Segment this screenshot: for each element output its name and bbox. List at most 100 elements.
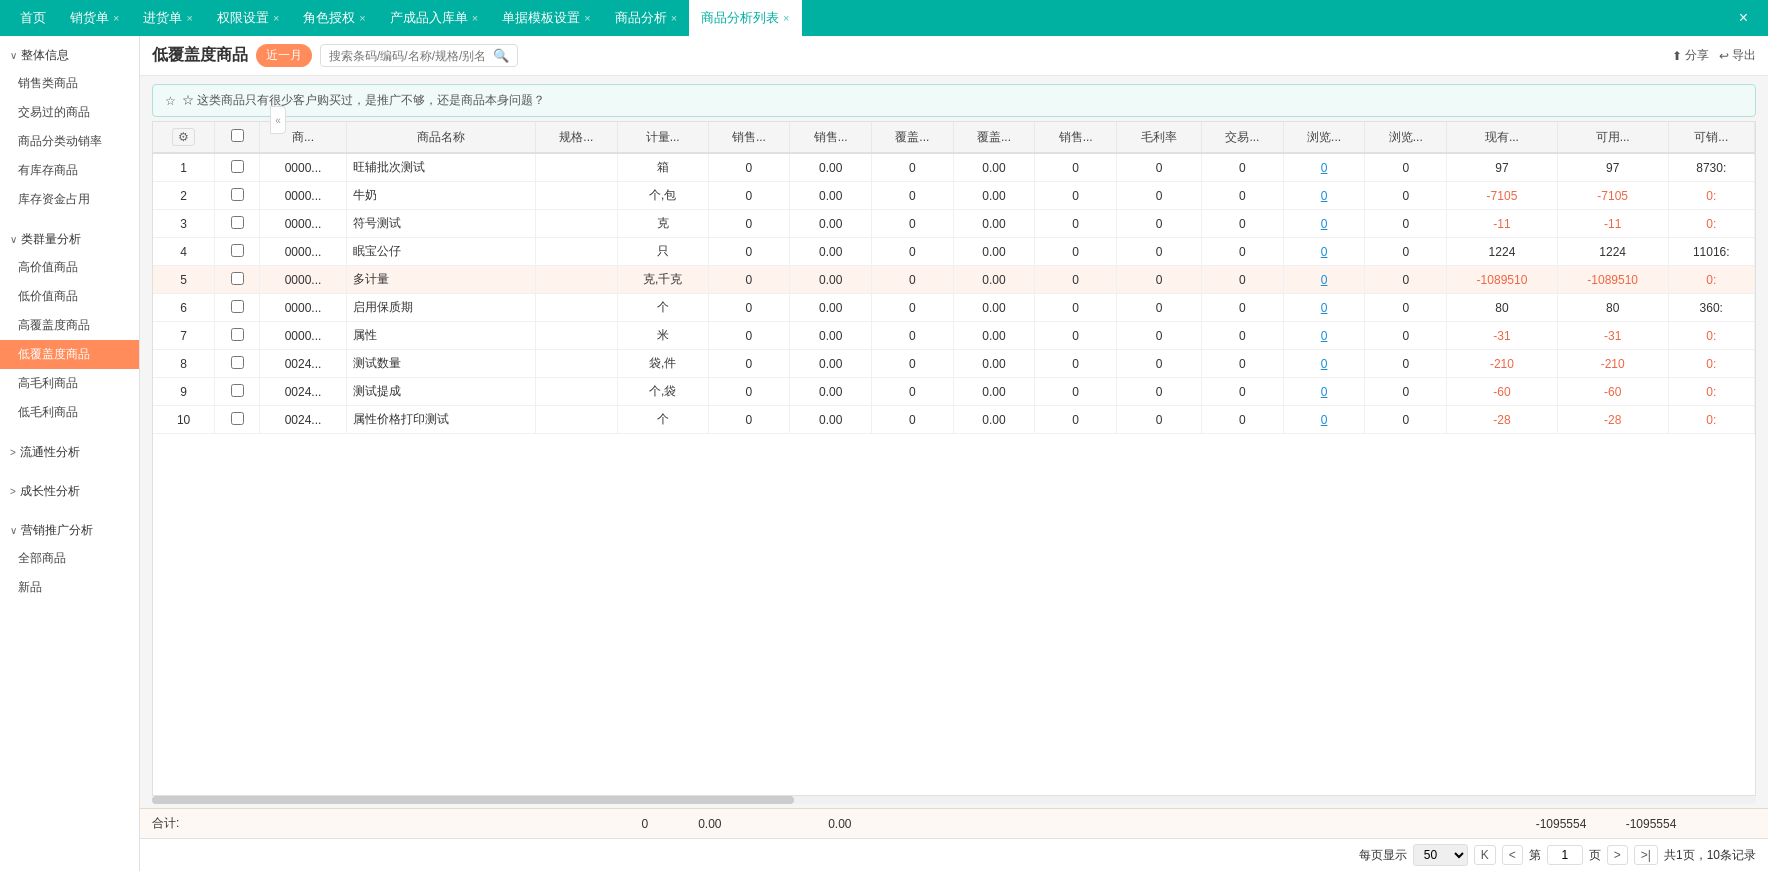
top-navigation: 首页 销货单 × 进货单 × 权限设置 × 角色授权 × 产成品入库单 × 单据… (0, 0, 1768, 36)
nav-tab-role[interactable]: 角色授权 × (291, 0, 377, 36)
close-icon[interactable]: × (584, 12, 590, 24)
row-trade: 0 (1202, 153, 1284, 182)
chevron-down-icon: ∨ (10, 525, 17, 536)
close-icon[interactable]: × (113, 12, 119, 24)
table-row: 1 0000... 旺辅批次测试 箱 0 0.00 0 0.00 0 0 0 0… (153, 153, 1755, 182)
sidebar-group-growth[interactable]: > 成长性分析 (0, 478, 139, 505)
sidebar-item-low-coverage[interactable]: 低覆盖度商品 (0, 340, 139, 369)
sidebar-item-low-value[interactable]: 低价值商品 (0, 282, 139, 311)
row-checkbox[interactable] (215, 294, 260, 322)
row-browse1[interactable]: 0 (1283, 294, 1365, 322)
nav-tab-sales-order[interactable]: 销货单 × (58, 0, 131, 36)
row-sales-amt: 0.00 (790, 406, 872, 434)
row-sales-qty: 0 (708, 294, 790, 322)
scrollbar-thumb[interactable] (152, 796, 794, 804)
row-spec (536, 322, 618, 350)
last-page-button[interactable]: >| (1634, 845, 1658, 865)
nav-tab-permission[interactable]: 权限设置 × (205, 0, 291, 36)
sidebar-item-category-rate[interactable]: 商品分类动销率 (0, 127, 139, 156)
row-current-stock: -28 (1447, 406, 1558, 434)
row-browse1[interactable]: 0 (1283, 238, 1365, 266)
nav-tab-template-setting[interactable]: 单据模板设置 × (490, 0, 602, 36)
row-browse1[interactable]: 0 (1283, 322, 1365, 350)
sidebar-section-growth: > 成长性分析 (0, 472, 139, 511)
sidebar-group-category[interactable]: ∨ 类群量分析 (0, 226, 139, 253)
row-saleable: 0: (1668, 378, 1755, 406)
sidebar-item-low-margin[interactable]: 低毛利商品 (0, 398, 139, 427)
row-checkbox[interactable] (215, 153, 260, 182)
nav-tab-product-analysis[interactable]: 商品分析 × (603, 0, 689, 36)
close-icon[interactable]: × (186, 12, 192, 24)
row-checkbox[interactable] (215, 378, 260, 406)
sidebar-item-new-goods[interactable]: 新品 (0, 573, 139, 602)
sidebar-item-high-coverage[interactable]: 高覆盖度商品 (0, 311, 139, 340)
row-saleable: 0: (1668, 322, 1755, 350)
row-browse1[interactable]: 0 (1283, 266, 1365, 294)
row-gross-margin: 0 (1116, 406, 1201, 434)
content-area: « 低覆盖度商品 近一月 🔍 ⬆ 分享 ↩ 导出 ☆ (140, 36, 1768, 871)
sidebar-item-sales-goods[interactable]: 销售类商品 (0, 69, 139, 98)
export-button[interactable]: ↩ 导出 (1719, 47, 1756, 64)
row-num: 2 (153, 182, 215, 210)
sidebar-item-stocked-goods[interactable]: 有库存商品 (0, 156, 139, 185)
row-sales-amt: 0.00 (790, 378, 872, 406)
sidebar-item-high-margin[interactable]: 高毛利商品 (0, 369, 139, 398)
row-num: 3 (153, 210, 215, 238)
row-browse1[interactable]: 0 (1283, 406, 1365, 434)
window-close-button[interactable]: × (1727, 9, 1760, 27)
row-code: 0000... (260, 322, 346, 350)
row-sales-amt: 0.00 (790, 182, 872, 210)
row-browse1[interactable]: 0 (1283, 350, 1365, 378)
row-unit: 个,包 (617, 182, 708, 210)
column-settings-button[interactable]: ⚙ (172, 128, 195, 146)
horizontal-scrollbar[interactable] (152, 796, 1756, 804)
row-checkbox[interactable] (215, 182, 260, 210)
sidebar-group-marketing[interactable]: ∨ 营销推广分析 (0, 517, 139, 544)
row-available: -11 (1557, 210, 1668, 238)
close-icon[interactable]: × (783, 12, 789, 24)
row-browse1[interactable]: 0 (1283, 378, 1365, 406)
sidebar-group-overview[interactable]: ∨ 整体信息 (0, 42, 139, 69)
nav-tab-product-inbound[interactable]: 产成品入库单 × (378, 0, 490, 36)
close-icon[interactable]: × (359, 12, 365, 24)
row-checkbox[interactable] (215, 322, 260, 350)
first-page-button[interactable]: K (1474, 845, 1496, 865)
sidebar-section-overview: ∨ 整体信息 销售类商品 交易过的商品 商品分类动销率 有库存商品 库存资金占用 (0, 36, 139, 220)
row-trade: 0 (1202, 210, 1284, 238)
row-checkbox[interactable] (215, 210, 260, 238)
close-icon[interactable]: × (273, 12, 279, 24)
sidebar-collapse-button[interactable]: « (270, 106, 286, 134)
sidebar-item-traded-goods[interactable]: 交易过的商品 (0, 98, 139, 127)
close-icon[interactable]: × (472, 12, 478, 24)
search-input[interactable] (329, 49, 489, 63)
sidebar-item-stock-capital[interactable]: 库存资金占用 (0, 185, 139, 214)
date-filter-button[interactable]: 近一月 (256, 44, 312, 67)
close-icon[interactable]: × (671, 12, 677, 24)
nav-tab-product-analysis-list[interactable]: 商品分析列表 × (689, 0, 801, 36)
row-browse1[interactable]: 0 (1283, 210, 1365, 238)
sidebar-item-high-value[interactable]: 高价值商品 (0, 253, 139, 282)
page-number-input[interactable] (1547, 845, 1583, 865)
page-label: 第 (1529, 847, 1541, 864)
select-all-checkbox[interactable] (231, 129, 244, 142)
row-checkbox[interactable] (215, 406, 260, 434)
next-page-button[interactable]: > (1607, 845, 1628, 865)
row-checkbox[interactable] (215, 238, 260, 266)
content-header: 低覆盖度商品 近一月 🔍 ⬆ 分享 ↩ 导出 (140, 36, 1768, 76)
sidebar-item-all-goods[interactable]: 全部商品 (0, 544, 139, 573)
share-button[interactable]: ⬆ 分享 (1672, 47, 1709, 64)
prev-page-button[interactable]: < (1502, 845, 1523, 865)
row-sales3: 0 (1035, 322, 1117, 350)
row-checkbox[interactable] (215, 350, 260, 378)
page-size-select[interactable]: 50 20 100 (1413, 844, 1468, 866)
row-gross-margin: 0 (1116, 210, 1201, 238)
col-spec: 规格... (536, 122, 618, 153)
nav-tab-purchase-order[interactable]: 进货单 × (131, 0, 204, 36)
row-browse2: 0 (1365, 294, 1447, 322)
row-sales-qty: 0 (708, 210, 790, 238)
row-browse1[interactable]: 0 (1283, 182, 1365, 210)
nav-tab-home[interactable]: 首页 (8, 0, 58, 36)
sidebar-group-flow[interactable]: > 流通性分析 (0, 439, 139, 466)
row-browse1[interactable]: 0 (1283, 153, 1365, 182)
row-checkbox[interactable] (215, 266, 260, 294)
